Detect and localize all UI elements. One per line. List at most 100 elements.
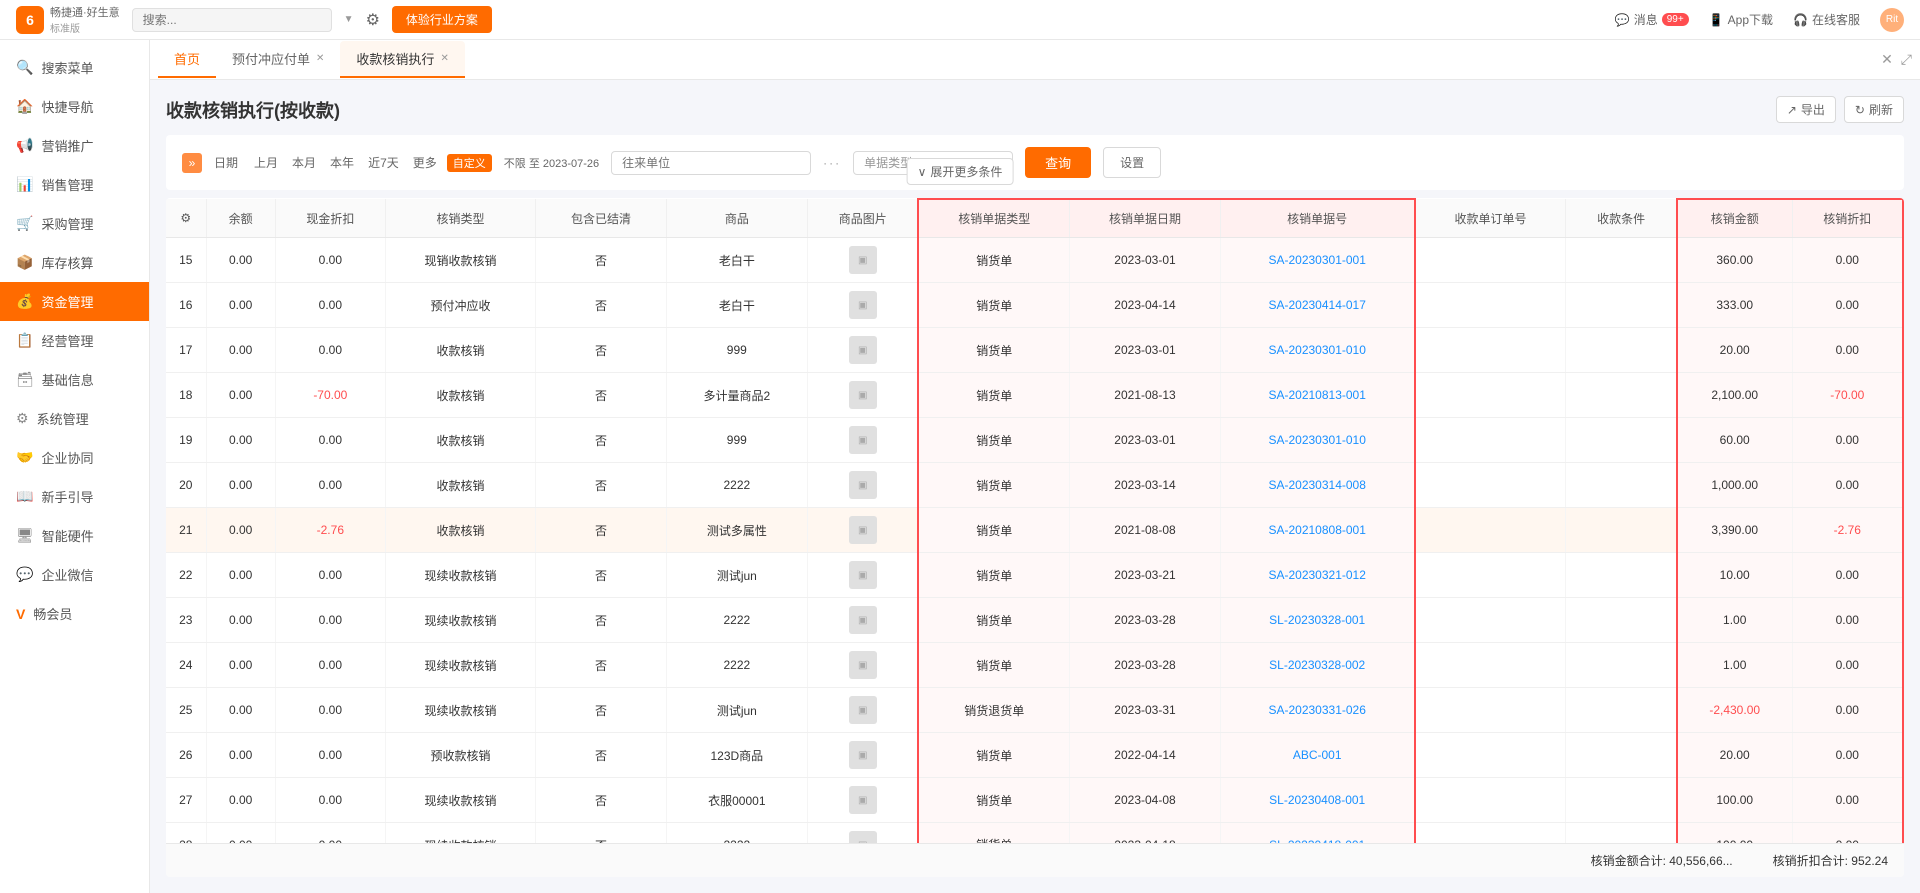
bill-no-link[interactable]: SA-20230301-010 — [1268, 433, 1365, 447]
bill-no-link[interactable]: SA-20230321-012 — [1268, 568, 1365, 582]
expand-tab-icon[interactable]: ⤢ — [1901, 51, 1912, 68]
online-service-link[interactable]: 🎧 在线客服 — [1793, 11, 1860, 28]
sidebar-item-marketing[interactable]: 📢 营销推广 — [0, 126, 149, 165]
th-balance: 余额 — [206, 199, 275, 238]
row-verify-discount: 0.00 — [1792, 328, 1903, 373]
filter-dots: ··· — [823, 156, 841, 170]
refresh-button[interactable]: ↻ 刷新 — [1844, 96, 1904, 123]
date-this-year[interactable]: 本年 — [326, 152, 358, 173]
table-row: 16 0.00 0.00 预付冲应收 否 老白干 ▣ 销货单 2023-04-1… — [166, 283, 1903, 328]
bill-no-link[interactable]: SA-20210808-001 — [1268, 523, 1365, 537]
app-download-link[interactable]: 📱 App下载 — [1709, 11, 1773, 28]
message-area[interactable]: 💬 消息 99+ — [1615, 11, 1689, 28]
row-verify-type: 现续收款核销 — [385, 553, 536, 598]
sidebar-item-nav[interactable]: 🏠 快捷导航 — [0, 87, 149, 126]
sidebar-item-system[interactable]: ⚙ 系统管理 — [0, 399, 149, 438]
top-search-input[interactable] — [132, 8, 332, 32]
bill-no-link[interactable]: ABC-001 — [1293, 748, 1342, 762]
page-header: 收款核销执行(按收款) ↗ 导出 ↻ 刷新 — [166, 96, 1904, 123]
bill-no-link[interactable]: SL-20230408-001 — [1269, 793, 1365, 807]
row-goods: 老白干 — [666, 238, 808, 283]
row-verify-type: 现续收款核销 — [385, 598, 536, 643]
expand-more-btn[interactable]: ∨ 展开更多条件 — [907, 158, 1014, 185]
date-last-month[interactable]: 上月 — [250, 152, 282, 173]
export-button[interactable]: ↗ 导出 — [1776, 96, 1836, 123]
row-collection-order — [1415, 553, 1566, 598]
row-bill-type: 销货单 — [918, 643, 1069, 688]
row-balance: 0.00 — [206, 328, 275, 373]
row-goods-img: ▣ — [808, 283, 919, 328]
table-scroll[interactable]: ⚙ 余额 现金折扣 核销类型 包含已结清 商品 商品图片 核销单据类型 核销单据… — [166, 198, 1904, 843]
row-bill-no[interactable]: SL-20230408-001 — [1220, 778, 1414, 823]
finance-icon: 💰 — [16, 293, 33, 310]
bill-no-link[interactable]: SL-20230328-001 — [1269, 613, 1365, 627]
table-row: 24 0.00 0.00 现续收款核销 否 2222 ▣ 销货单 2023-03… — [166, 643, 1903, 688]
partner-input[interactable] — [611, 151, 811, 175]
row-collection-condition — [1566, 238, 1677, 283]
tab-prepay[interactable]: 预付冲应付单 ✕ — [216, 41, 340, 78]
row-bill-type: 销货单 — [918, 463, 1069, 508]
tab-collection[interactable]: 收款核销执行 ✕ — [340, 41, 464, 78]
row-bill-no[interactable]: SA-20230301-010 — [1220, 328, 1414, 373]
tab-prepay-close[interactable]: ✕ — [316, 53, 324, 64]
sidebar-item-sales[interactable]: 📊 销售管理 — [0, 165, 149, 204]
table-row: 25 0.00 0.00 现续收款核销 否 测试jun ▣ 销货退货单 2023… — [166, 688, 1903, 733]
bill-no-link[interactable]: SL-20230328-002 — [1269, 658, 1365, 672]
row-bill-no[interactable]: SL-20230418-001 — [1220, 823, 1414, 844]
row-bill-no[interactable]: SL-20230328-001 — [1220, 598, 1414, 643]
headset-icon: 🎧 — [1793, 13, 1808, 27]
trial-button[interactable]: 体验行业方案 — [392, 6, 492, 33]
date-custom-btn[interactable]: 自定义 — [447, 154, 492, 172]
row-bill-no[interactable]: SA-20230301-010 — [1220, 418, 1414, 463]
date-more[interactable]: 更多 — [409, 152, 441, 173]
row-bill-no[interactable]: SA-20230301-001 — [1220, 238, 1414, 283]
row-goods-img: ▣ — [808, 508, 919, 553]
table-row: 26 0.00 0.00 预收款核销 否 123D商品 ▣ 销货单 2022-0… — [166, 733, 1903, 778]
sidebar-item-guide[interactable]: 📖 新手引导 — [0, 477, 149, 516]
sidebar-item-basic[interactable]: 🗃 基础信息 — [0, 360, 149, 399]
row-bill-no[interactable]: ABC-001 — [1220, 733, 1414, 778]
tab-collection-close[interactable]: ✕ — [440, 53, 448, 64]
bill-no-link[interactable]: SA-20230314-008 — [1268, 478, 1365, 492]
row-collection-order — [1415, 778, 1566, 823]
row-bill-no[interactable]: SA-20210808-001 — [1220, 508, 1414, 553]
row-bill-type: 销货单 — [918, 598, 1069, 643]
th-bill-no: 核销单据号 — [1220, 199, 1414, 238]
row-bill-no[interactable]: SL-20230328-002 — [1220, 643, 1414, 688]
bill-no-link[interactable]: SA-20230301-001 — [1268, 253, 1365, 267]
footer-amount-value: 40,556,66... — [1669, 854, 1732, 868]
row-bill-no[interactable]: SA-20230321-012 — [1220, 553, 1414, 598]
bill-no-link[interactable]: SA-20210813-001 — [1268, 388, 1365, 402]
close-all-icon[interactable]: ✕ — [1881, 51, 1893, 68]
sidebar-item-member[interactable]: V 畅会员 — [0, 594, 149, 633]
date-this-month[interactable]: 本月 — [288, 152, 320, 173]
sidebar-item-purchase[interactable]: 🛒 采购管理 — [0, 204, 149, 243]
query-button[interactable]: 查询 — [1025, 147, 1091, 178]
row-bill-no[interactable]: SA-20230331-026 — [1220, 688, 1414, 733]
sidebar-item-hardware[interactable]: 🖥 智能硬件 — [0, 516, 149, 555]
row-bill-no[interactable]: SA-20210813-001 — [1220, 373, 1414, 418]
bill-no-link[interactable]: SA-20230331-026 — [1268, 703, 1365, 717]
row-bill-no[interactable]: SA-20230314-008 — [1220, 463, 1414, 508]
row-bill-no[interactable]: SA-20230414-017 — [1220, 283, 1414, 328]
sidebar-item-operations[interactable]: 📋 经营管理 — [0, 321, 149, 360]
sidebar-item-finance[interactable]: 💰 资金管理 — [0, 282, 149, 321]
table-settings-button[interactable]: 设置 — [1103, 147, 1161, 178]
sidebar-item-inventory[interactable]: 📦 库存核算 — [0, 243, 149, 282]
row-goods-img: ▣ — [808, 643, 919, 688]
bill-no-link[interactable]: SA-20230414-017 — [1268, 298, 1365, 312]
row-balance: 0.00 — [206, 373, 275, 418]
settings-icon[interactable]: ⚙ — [366, 10, 380, 30]
bill-no-link[interactable]: SA-20230301-010 — [1268, 343, 1365, 357]
sidebar-item-collab[interactable]: 🤝 企业协同 — [0, 438, 149, 477]
date-7days[interactable]: 近7天 — [364, 152, 403, 173]
sidebar-item-search[interactable]: 🔍 搜索菜单 — [0, 48, 149, 87]
wechat-icon: 💬 — [16, 566, 33, 583]
sidebar-item-wechat[interactable]: 💬 企业微信 — [0, 555, 149, 594]
filter-toggle-button[interactable]: » — [182, 153, 202, 173]
row-num: 28 — [166, 823, 206, 844]
user-avatar[interactable]: Rit — [1880, 8, 1904, 32]
search-dropdown-icon[interactable]: ▼ — [344, 14, 354, 25]
tab-home[interactable]: 首页 — [158, 41, 216, 78]
row-verify-type: 收款核销 — [385, 508, 536, 553]
